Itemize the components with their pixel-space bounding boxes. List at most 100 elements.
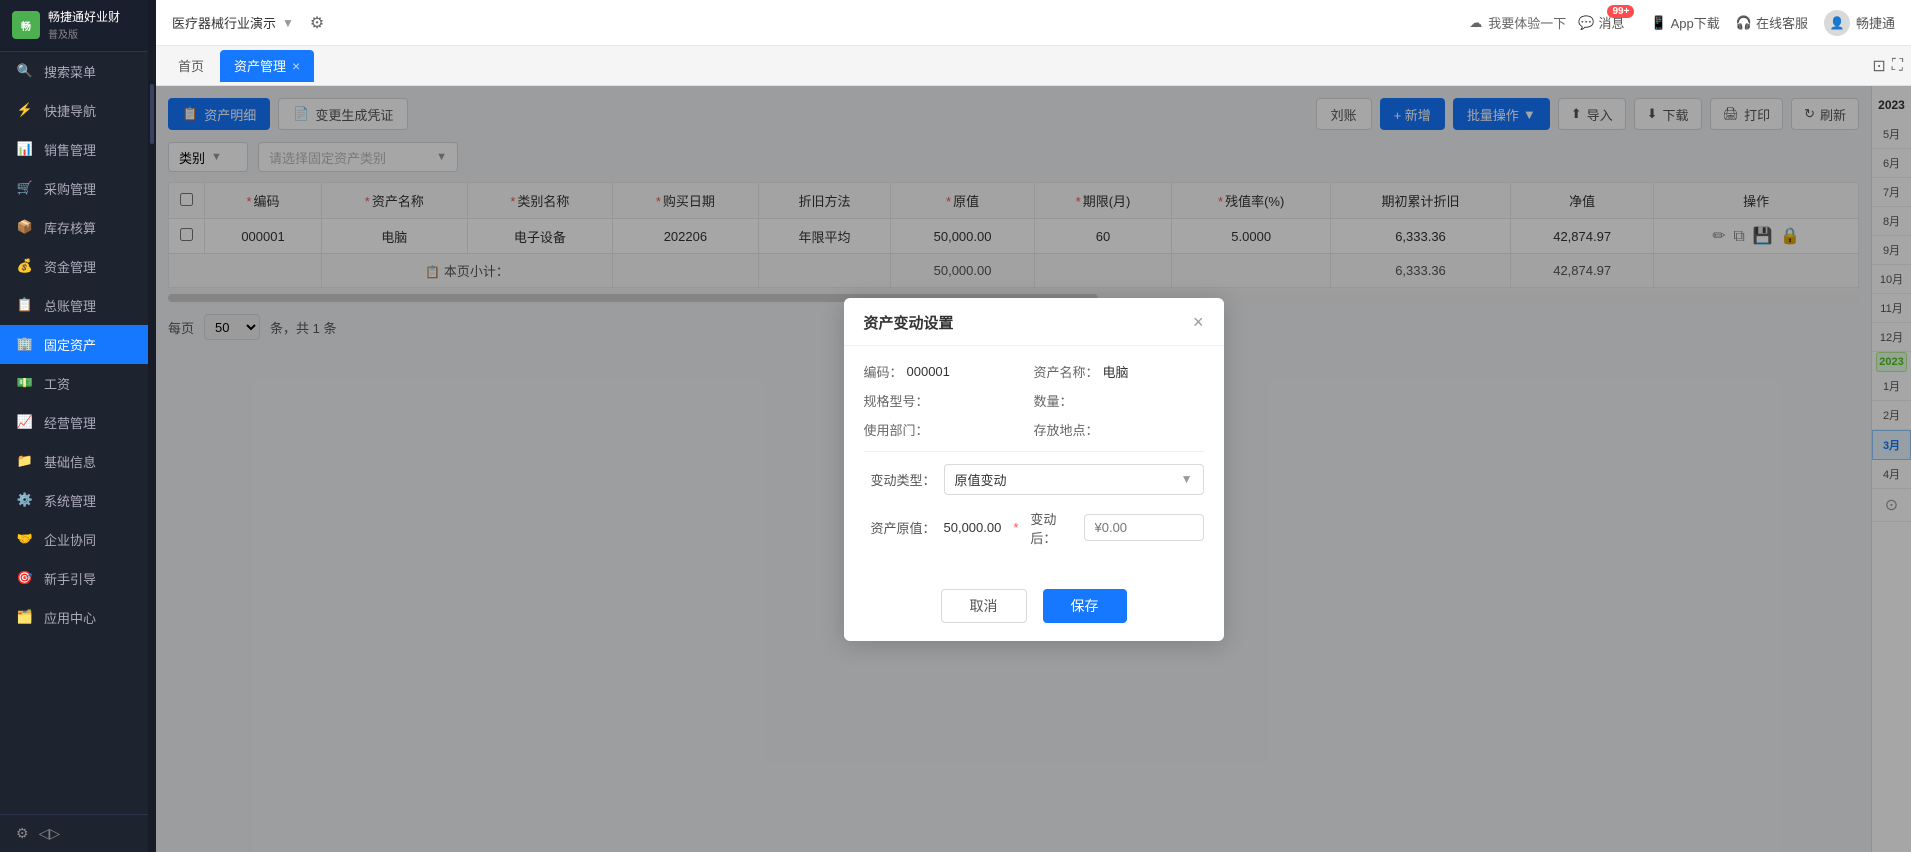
tabbar: 首页 资产管理 × ⊡ ⛶: [156, 46, 1911, 86]
dialog-code-field: 编码： 000001: [864, 362, 1034, 381]
sidebar-item-finance[interactable]: 💰 资金管理: [0, 247, 148, 286]
change-type-select[interactable]: 原值变动 ▼: [944, 464, 1204, 495]
sidebar-item-salary[interactable]: 💵 工资: [0, 364, 148, 403]
message-badge: 99+: [1607, 5, 1634, 18]
asset-change-dialog: 资产变动设置 × 编码： 000001 资产名称： 电脑: [844, 298, 1224, 641]
dialog-change-type-row: 变动类型： 原值变动 ▼: [864, 464, 1204, 495]
after-value-input[interactable]: [1084, 514, 1204, 541]
topbar-actions: 💬 消息 99+ 📱 App下载 🎧 在线客服 👤 畅捷通: [1578, 10, 1895, 36]
settings-icon[interactable]: ⚙: [310, 13, 324, 33]
user-btn[interactable]: 👤 畅捷通: [1824, 10, 1895, 36]
dialog-dept-label: 使用部门：: [864, 420, 929, 439]
collapse-icon[interactable]: ◁▷: [39, 825, 61, 842]
sidebar-item-fixed-assets[interactable]: 🏢 固定资产: [0, 325, 148, 364]
sidebar-item-label-enterprise: 企业协同: [44, 530, 96, 549]
dialog-info-row1: 编码： 000001 资产名称： 电脑: [864, 362, 1204, 381]
sidebar-item-label-business: 经营管理: [44, 413, 96, 432]
sidebar-item-label-guide: 新手引导: [44, 569, 96, 588]
dialog-change-type-label: 变动类型：: [864, 470, 944, 489]
experience-btn[interactable]: ☁ 我要体验一下: [1469, 13, 1566, 32]
finance-icon: 💰: [16, 257, 34, 275]
tab-home-label: 首页: [178, 56, 204, 75]
sidebar-item-purchase[interactable]: 🛒 采购管理: [0, 169, 148, 208]
minimize-icon[interactable]: ⊡: [1872, 56, 1885, 76]
cancel-button[interactable]: 取消: [941, 589, 1027, 623]
content-area: 📋 资产明细 📄 变更生成凭证 刘账 + 新增 批量操作: [156, 86, 1911, 852]
download-icon: 📱: [1650, 15, 1666, 31]
dialog-quantity-field: 数量：: [1034, 391, 1204, 410]
sidebar-item-label-sales: 销售管理: [44, 140, 96, 159]
tab-home[interactable]: 首页: [164, 50, 218, 82]
dialog-name-value: 电脑: [1103, 362, 1129, 381]
sidebar-item-label-search: 搜索菜单: [44, 62, 96, 81]
dialog-value-controls: 50,000.00 * 变动后：: [944, 509, 1204, 547]
sidebar-item-label-fixed-assets: 固定资产: [44, 335, 96, 354]
sidebar-nav: 🔍 搜索菜单 ⚡ 快捷导航 📊 销售管理 🛒 采购管理 📦 库存核算 💰 资金管…: [0, 52, 148, 814]
sidebar-item-sales[interactable]: 📊 销售管理: [0, 130, 148, 169]
dialog-close-icon[interactable]: ×: [1193, 312, 1204, 333]
dialog-spec-label: 规格型号：: [864, 391, 929, 410]
main-area: 医疗器械行业演示 ▼ ⚙ ☁ 我要体验一下 💬 消息 99+ 📱 App下载 🎧…: [156, 0, 1911, 852]
tab-asset-label: 资产管理: [234, 56, 286, 75]
dialog-code-label: 编码：: [864, 362, 903, 381]
app-center-icon: 🗂️: [16, 608, 34, 626]
search-icon: 🔍: [16, 62, 34, 80]
dialog-name-label: 资产名称：: [1034, 362, 1099, 381]
maximize-icon[interactable]: ⛶: [1892, 57, 1903, 75]
dialog-value-row: 资产原值： 50,000.00 * 变动后：: [864, 509, 1204, 547]
sidebar-item-label-quick-nav: 快捷导航: [44, 101, 96, 120]
business-icon: 📈: [16, 413, 34, 431]
sidebar-item-ledger[interactable]: 📋 总账管理: [0, 286, 148, 325]
sidebar-item-inventory[interactable]: 📦 库存核算: [0, 208, 148, 247]
dialog-name-field: 资产名称： 电脑: [1034, 362, 1204, 381]
tab-close-icon[interactable]: ×: [292, 59, 300, 73]
sidebar-item-guide[interactable]: 🎯 新手引导: [0, 559, 148, 598]
sidebar-item-search[interactable]: 🔍 搜索菜单: [0, 52, 148, 91]
dialog-divider: [864, 451, 1204, 452]
dialog-quantity-label: 数量：: [1034, 391, 1073, 410]
dialog-info-row2: 规格型号： 数量：: [864, 391, 1204, 410]
settings-icon[interactable]: ⚙: [16, 825, 29, 842]
sidebar-item-business[interactable]: 📈 经营管理: [0, 403, 148, 442]
sidebar-item-sys-mgmt[interactable]: ⚙️ 系统管理: [0, 481, 148, 520]
sidebar-item-enterprise[interactable]: 🤝 企业协同: [0, 520, 148, 559]
sidebar-item-quick-nav[interactable]: ⚡ 快捷导航: [0, 91, 148, 130]
sidebar-footer: ⚙ ◁▷: [0, 814, 148, 852]
sys-mgmt-icon: ⚙️: [16, 491, 34, 509]
base-info-icon: 📁: [16, 452, 34, 470]
dialog-info-row3: 使用部门： 存放地点：: [864, 420, 1204, 439]
service-icon: 🎧: [1736, 15, 1752, 31]
tab-asset-management[interactable]: 资产管理 ×: [220, 50, 314, 82]
tab-expand-btn[interactable]: ⊡ ⛶: [1872, 56, 1903, 76]
enterprise-icon: 🤝: [16, 530, 34, 548]
dialog-dept-field: 使用部门：: [864, 420, 1034, 439]
user-avatar: 👤: [1824, 10, 1850, 36]
change-type-value: 原值变动: [955, 470, 1175, 489]
company-selector[interactable]: 医疗器械行业演示 ▼: [172, 13, 294, 32]
sidebar-item-app-center[interactable]: 🗂️ 应用中心: [0, 598, 148, 637]
sidebar-item-label-sys-mgmt: 系统管理: [44, 491, 96, 510]
sidebar-item-label-finance: 资金管理: [44, 257, 96, 276]
inventory-icon: 📦: [16, 218, 34, 236]
company-name: 医疗器械行业演示: [172, 13, 276, 32]
sidebar-scrollbar: [148, 0, 156, 852]
message-btn[interactable]: 💬 消息 99+: [1578, 13, 1624, 32]
quick-nav-icon: ⚡: [16, 101, 34, 119]
sidebar-item-label-base-info: 基础信息: [44, 452, 96, 471]
dialog-change-type-control: 原值变动 ▼: [944, 464, 1204, 495]
sidebar-item-label-app-center: 应用中心: [44, 608, 96, 627]
dialog-header: 资产变动设置 ×: [844, 298, 1224, 346]
online-service-btn[interactable]: 🎧 在线客服: [1736, 13, 1808, 32]
select-arrow-icon: ▼: [1181, 472, 1193, 486]
guide-icon: 🎯: [16, 569, 34, 587]
app-download-btn[interactable]: 📱 App下载: [1650, 13, 1719, 32]
app-logo: 畅: [12, 11, 40, 39]
purchase-icon: 🛒: [16, 179, 34, 197]
dialog-footer: 取消 保存: [844, 577, 1224, 641]
ledger-icon: 📋: [16, 296, 34, 314]
sidebar-item-base-info[interactable]: 📁 基础信息: [0, 442, 148, 481]
sidebar-item-label-salary: 工资: [44, 374, 70, 393]
dialog-location-field: 存放地点：: [1034, 420, 1204, 439]
sidebar: 畅 畅捷通好业财 普及版 🔍 搜索菜单 ⚡ 快捷导航 📊 销售管理 🛒 采购管理…: [0, 0, 148, 852]
save-button[interactable]: 保存: [1043, 589, 1127, 623]
